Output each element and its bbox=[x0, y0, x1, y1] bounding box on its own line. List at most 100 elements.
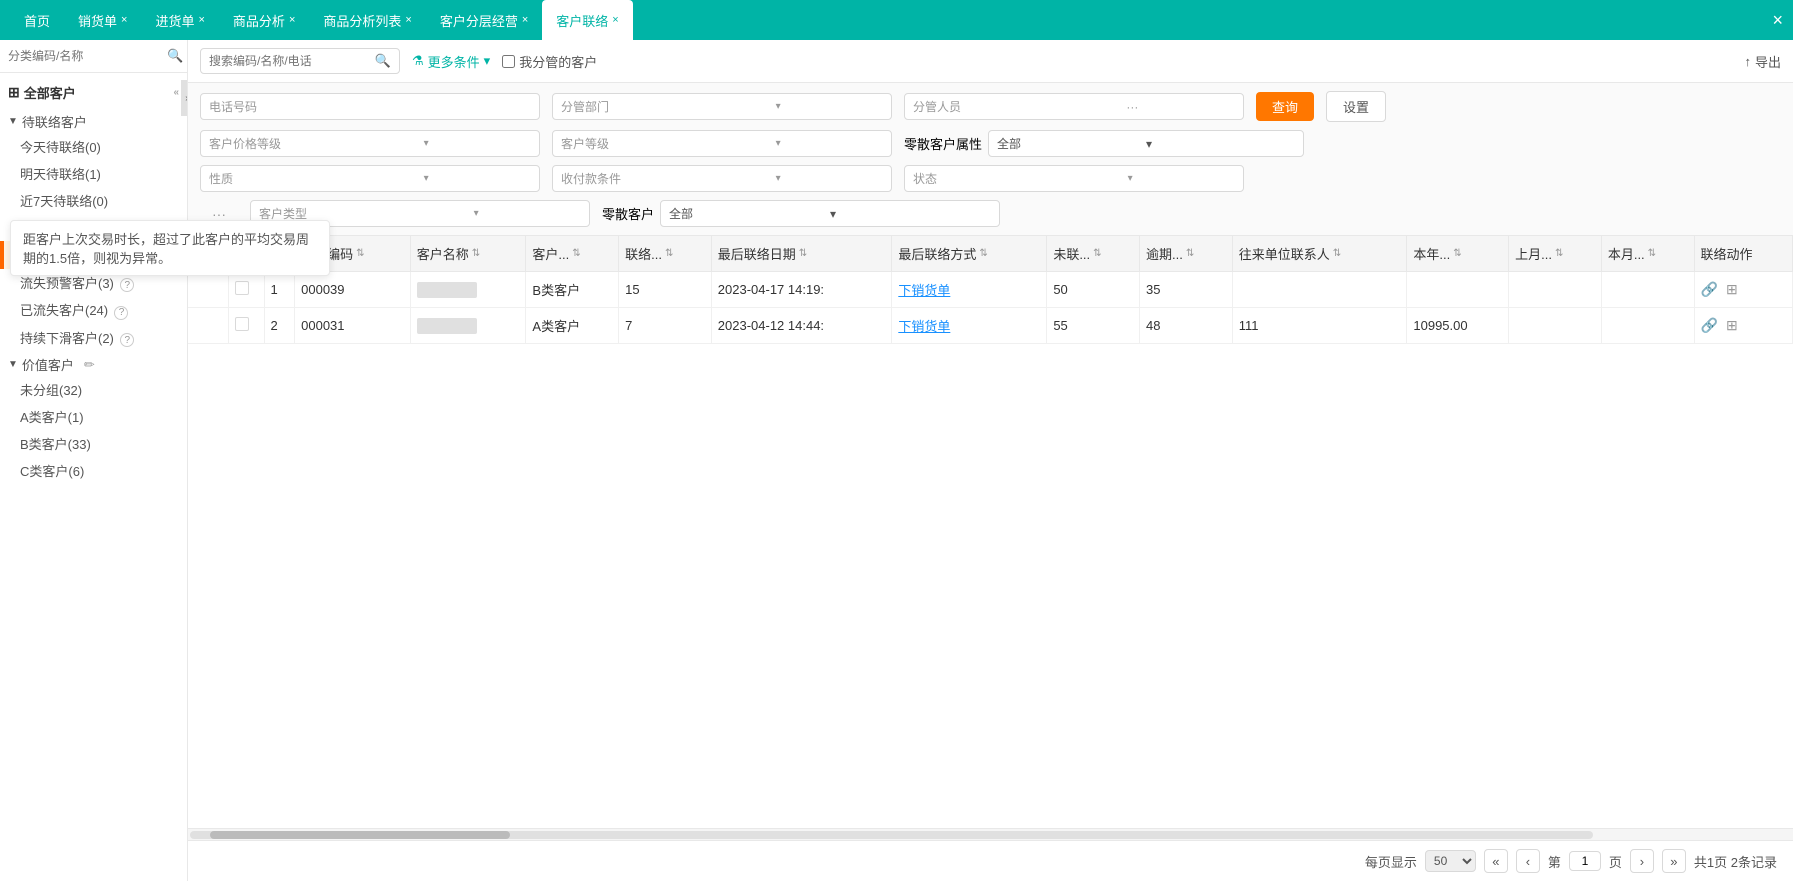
query-btn[interactable]: 查询 bbox=[1256, 92, 1314, 121]
main-search-icon[interactable]: 🔍 bbox=[375, 53, 391, 69]
sidebar-item-class-c[interactable]: C类客户(6) bbox=[0, 457, 187, 484]
window-close-btn[interactable]: × bbox=[1772, 10, 1783, 31]
setting-btn[interactable]: 设置 bbox=[1326, 91, 1386, 122]
nav-customer-tier-close[interactable]: × bbox=[522, 14, 528, 26]
filter-scatter-attr-value: 全部 bbox=[997, 135, 1146, 152]
nav-customer-tier[interactable]: 客户分层经营 × bbox=[426, 0, 542, 40]
grid-action-icon-2[interactable]: ⊞ bbox=[1726, 317, 1738, 334]
link-icon-1[interactable]: 🔗 bbox=[1701, 281, 1718, 298]
info-icon-churn-warning[interactable]: ? bbox=[120, 278, 134, 292]
horizontal-scrollbar[interactable] bbox=[188, 828, 1793, 840]
nav-sales-close[interactable]: × bbox=[121, 14, 127, 26]
filter-scatter-attr-label: 零散客户属性 bbox=[904, 134, 982, 153]
sort-contact-person[interactable]: ⇅ bbox=[1333, 248, 1341, 259]
col-uncontacted[interactable]: 未联... ⇅ bbox=[1047, 236, 1140, 272]
col-name[interactable]: 客户名称 ⇅ bbox=[410, 236, 526, 272]
col-this-year[interactable]: 本年... ⇅ bbox=[1407, 236, 1509, 272]
sort-overdue[interactable]: ⇅ bbox=[1186, 248, 1194, 259]
nav-home[interactable]: 首页 bbox=[10, 0, 64, 40]
info-icon-churned[interactable]: ? bbox=[114, 306, 128, 320]
info-icon-declining[interactable]: ? bbox=[120, 333, 134, 347]
sort-this-year[interactable]: ⇅ bbox=[1453, 248, 1461, 259]
sidebar-section-pending[interactable]: ▼ 待联络客户 bbox=[0, 108, 187, 133]
nav-product-analysis[interactable]: 商品分析 × bbox=[219, 0, 309, 40]
scroll-thumb[interactable] bbox=[210, 831, 510, 839]
filter-price-level[interactable]: 客户价格等级 ▾ bbox=[200, 130, 540, 157]
col-last-method[interactable]: 最后联络方式 ⇅ bbox=[892, 236, 1047, 272]
sidebar-item-tomorrow[interactable]: 明天待联络(1) bbox=[0, 160, 187, 187]
sort-this-month[interactable]: ⇅ bbox=[1648, 248, 1656, 259]
filter-status[interactable]: 状态 ▾ bbox=[904, 165, 1244, 192]
nav-purchase[interactable]: 进货单 × bbox=[141, 0, 218, 40]
sidebar-search-icon[interactable]: 🔍 bbox=[167, 48, 183, 64]
filter-dept[interactable]: 分管部门 ▾ bbox=[552, 93, 892, 120]
first-page-btn[interactable]: « bbox=[1484, 849, 1508, 873]
filter-person[interactable]: 分管人员 ··· bbox=[904, 93, 1244, 120]
page-size-select[interactable]: 50 100 bbox=[1425, 850, 1476, 872]
sidebar-item-today[interactable]: 今天待联络(0) bbox=[0, 133, 187, 160]
sidebar-item-churned[interactable]: 已流失客户(24) ? bbox=[0, 296, 187, 324]
sort-last-month[interactable]: ⇅ bbox=[1555, 248, 1563, 259]
col-this-month[interactable]: 本月... ⇅ bbox=[1601, 236, 1694, 272]
last-method-link-2[interactable]: 下销货单 bbox=[898, 319, 950, 334]
sort-code[interactable]: ⇅ bbox=[356, 248, 364, 259]
sidebar-item-class-a[interactable]: A类客户(1) bbox=[0, 403, 187, 430]
filter-payment[interactable]: 收付款条件 ▾ bbox=[552, 165, 892, 192]
dots-person[interactable]: ··· bbox=[1122, 100, 1235, 114]
col-contact-person[interactable]: 往来单位联系人 ⇅ bbox=[1232, 236, 1407, 272]
sidebar-item-7days[interactable]: 近7天待联络(0) bbox=[0, 187, 187, 214]
col-last-month[interactable]: 上月... ⇅ bbox=[1509, 236, 1602, 272]
filter-customer-level[interactable]: 客户等级 ▾ bbox=[552, 130, 892, 157]
row-checkbox-1[interactable] bbox=[235, 281, 249, 295]
filter-scatter-attr-select[interactable]: 全部 ▾ bbox=[988, 130, 1304, 157]
page-number-input[interactable] bbox=[1569, 851, 1601, 871]
filter-nature[interactable]: 性质 ▾ bbox=[200, 165, 540, 192]
last-page-btn[interactable]: » bbox=[1662, 849, 1686, 873]
sidebar-root-all-customers[interactable]: ⊞ 全部客户 « bbox=[0, 77, 187, 108]
sort-last-date[interactable]: ⇅ bbox=[799, 248, 807, 259]
edit-icon-value[interactable]: ✏ bbox=[84, 357, 95, 373]
sort-name[interactable]: ⇅ bbox=[472, 248, 480, 259]
row-checkbox-2[interactable] bbox=[235, 317, 249, 331]
grid-action-icon-1[interactable]: ⊞ bbox=[1726, 281, 1738, 298]
next-page-btn[interactable]: › bbox=[1630, 849, 1654, 873]
sort-contact[interactable]: ⇅ bbox=[665, 248, 673, 259]
filter-scatter-customer-select[interactable]: 全部 ▾ bbox=[660, 200, 1000, 227]
main-search-box: 🔍 bbox=[200, 48, 400, 74]
nav-product-list[interactable]: 商品分析列表 × bbox=[309, 0, 425, 40]
sidebar-collapse-btn[interactable]: » bbox=[181, 80, 188, 116]
sidebar-section-value[interactable]: ▼ 价值客户 ✏ bbox=[0, 351, 187, 376]
sort-type[interactable]: ⇅ bbox=[572, 248, 580, 259]
cell-last-method-1[interactable]: 下销货单 bbox=[892, 272, 1047, 308]
filter-phone[interactable]: 电话号码 bbox=[200, 93, 540, 120]
col-last-date[interactable]: 最后联络日期 ⇅ bbox=[711, 236, 892, 272]
export-btn[interactable]: ↑ 导出 bbox=[1744, 52, 1781, 71]
sort-uncontacted[interactable]: ⇅ bbox=[1093, 248, 1101, 259]
main-search-input[interactable] bbox=[209, 54, 375, 68]
nav-product-list-close[interactable]: × bbox=[405, 14, 411, 26]
table-header-row: ⚙ # 客户编码 ⇅ 客户名称 bbox=[188, 236, 1793, 272]
cell-last-date-1: 2023-04-17 14:19: bbox=[711, 272, 892, 308]
cell-last-method-2[interactable]: 下销货单 bbox=[892, 308, 1047, 344]
nav-purchase-close[interactable]: × bbox=[198, 14, 204, 26]
col-overdue[interactable]: 逾期... ⇅ bbox=[1140, 236, 1233, 272]
content-area: 🔍 ⚗ 更多条件 ▾ 我分管的客户 ↑ 导出 电话号码 bbox=[188, 40, 1793, 881]
sidebar-search-input[interactable] bbox=[8, 49, 163, 63]
first-page-icon: « bbox=[1492, 854, 1499, 869]
sidebar-item-declining[interactable]: 持续下滑客户(2) ? bbox=[0, 324, 187, 352]
sidebar-item-class-b[interactable]: B类客户(33) bbox=[0, 430, 187, 457]
more-conditions-btn[interactable]: ⚗ 更多条件 ▾ bbox=[412, 52, 490, 71]
prev-page-btn[interactable]: ‹ bbox=[1516, 849, 1540, 873]
nav-product-analysis-close[interactable]: × bbox=[289, 14, 295, 26]
nav-customer-contact[interactable]: 客户联络 × bbox=[542, 0, 632, 40]
sidebar-item-unclassified[interactable]: 未分组(32) bbox=[0, 376, 187, 403]
col-contact[interactable]: 联络... ⇅ bbox=[619, 236, 712, 272]
last-method-link-1[interactable]: 下销货单 bbox=[898, 283, 950, 298]
sort-last-method[interactable]: ⇅ bbox=[979, 248, 987, 259]
nav-customer-contact-close[interactable]: × bbox=[612, 14, 618, 26]
nav-sales[interactable]: 销货单 × bbox=[64, 0, 141, 40]
my-customer-checkbox[interactable] bbox=[502, 55, 515, 68]
link-icon-2[interactable]: 🔗 bbox=[1701, 317, 1718, 334]
col-type[interactable]: 客户... ⇅ bbox=[526, 236, 619, 272]
col-action-label: 联络动作 bbox=[1701, 247, 1753, 262]
